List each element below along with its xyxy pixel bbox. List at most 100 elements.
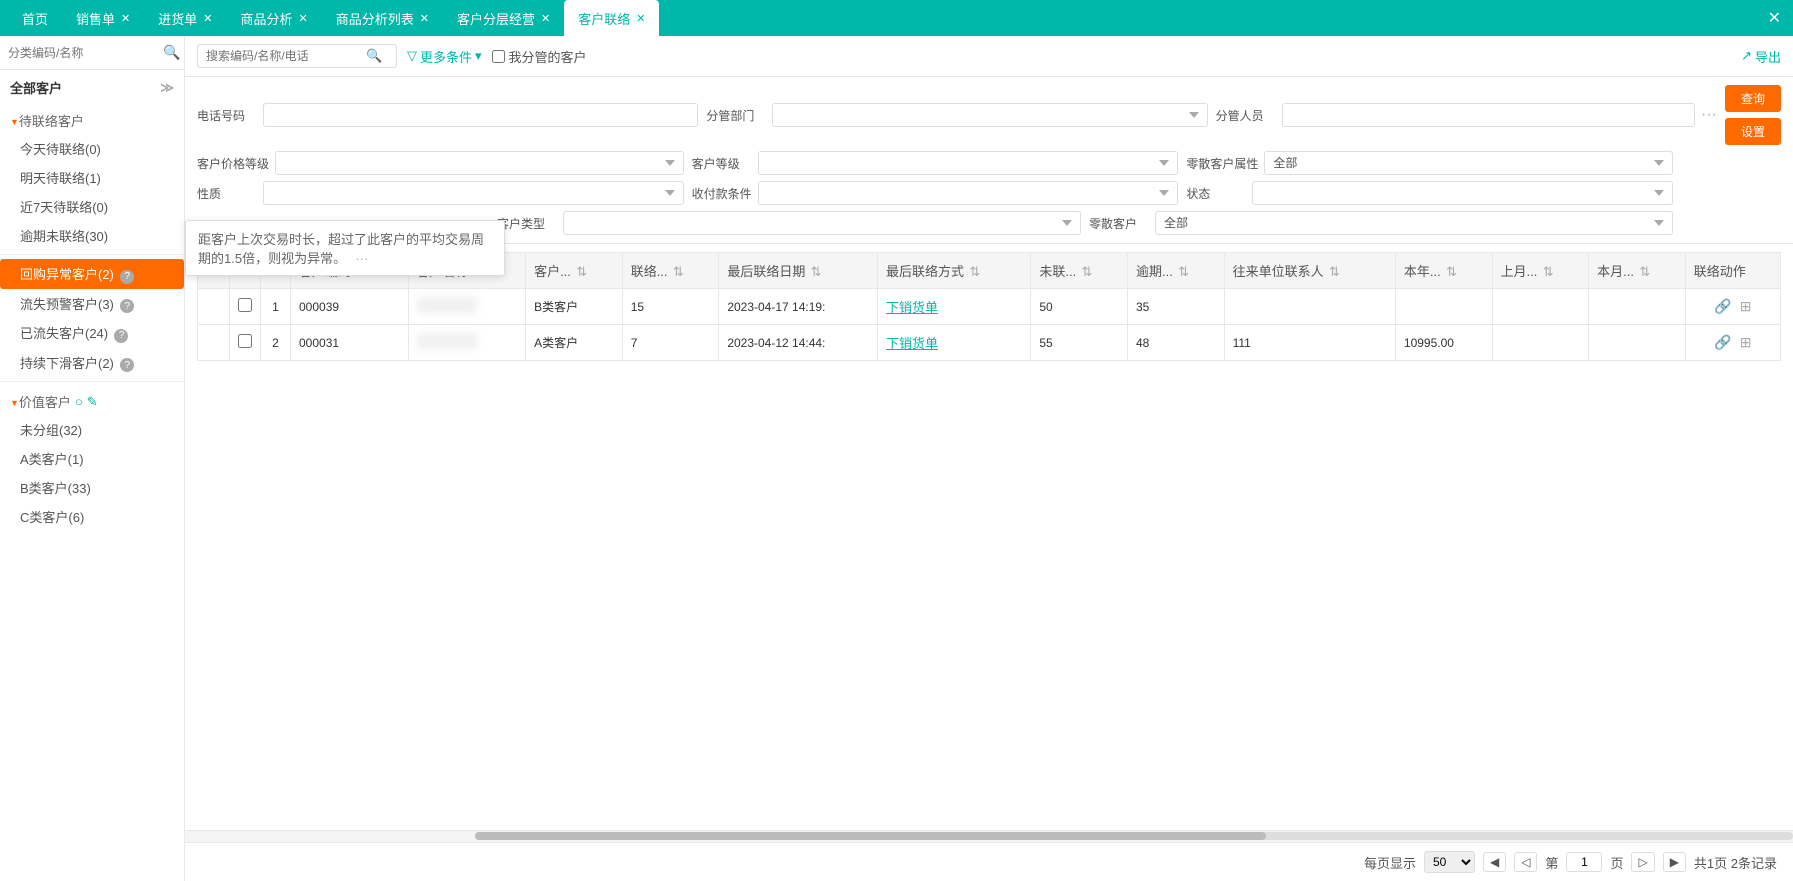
link-action-1[interactable]: 🔗 [1714, 298, 1731, 315]
close-purchase-icon[interactable]: ✕ [203, 12, 212, 25]
pending-expand-icon[interactable] [10, 113, 19, 128]
filter-retail-customer: 零散客户 全部 [1089, 211, 1673, 235]
main-search-icon[interactable]: 🔍 [366, 48, 382, 64]
dept-select[interactable] [772, 103, 1207, 127]
sidebar-divider-2 [0, 381, 184, 382]
sidebar-item-a-class[interactable]: A类客户(1) [0, 444, 184, 473]
payment-select[interactable] [758, 181, 1179, 205]
nav-tab-home[interactable]: 首页 [8, 0, 62, 36]
retail-customer-select[interactable]: 全部 [1155, 211, 1673, 235]
close-analysis-icon[interactable]: ✕ [299, 12, 308, 25]
set-button[interactable]: 设置 [1725, 118, 1781, 145]
sidebar-item-ungroup[interactable]: 未分组(32) [0, 415, 184, 444]
current-page-input[interactable] [1566, 852, 1602, 872]
retail-attr-select[interactable]: 全部 [1264, 151, 1673, 175]
sidebar-item-lost[interactable]: 已流失客户(24) ? [0, 318, 184, 348]
first-page-button[interactable]: ◀ [1483, 852, 1506, 872]
value-edit-icon[interactable]: ○ [75, 394, 83, 409]
gender-label: 性质 [197, 185, 257, 202]
category-search-icon: 🔍 [163, 44, 180, 61]
horizontal-scrollbar[interactable] [185, 830, 1793, 842]
method-link-2[interactable]: 下销货单 [886, 336, 938, 351]
dept-label: 分管部门 [706, 107, 766, 124]
method-link-1[interactable]: 下销货单 [886, 300, 938, 315]
lost-pre-info-icon[interactable]: ? [120, 299, 134, 313]
th-contact-count[interactable]: 联络... ⇅ [622, 253, 719, 289]
export-button[interactable]: ↗ 导出 [1741, 47, 1781, 66]
action-icons-1: 🔗 ⊞ [1694, 298, 1772, 315]
prev-page-button[interactable]: ◁ [1514, 852, 1537, 872]
person-dots[interactable]: ··· [1701, 106, 1717, 124]
th-current-year[interactable]: 本年... ⇅ [1395, 253, 1492, 289]
per-page-select[interactable]: 50 20 100 [1424, 851, 1475, 873]
price-level-select[interactable] [275, 151, 684, 175]
close-sales-icon[interactable]: ✕ [121, 12, 130, 25]
nav-tab-sales[interactable]: 销售单 ✕ [62, 0, 144, 36]
main-search-input[interactable] [206, 49, 366, 63]
row2-checkbox[interactable] [238, 334, 252, 348]
sidebar-item-7days[interactable]: 近7天待联络(0) [0, 192, 184, 221]
sidebar-item-c-class[interactable]: C类客户(6) [0, 502, 184, 531]
content-area: 距客户上次交易时长，超过了此客户的平均交易周期的1.5倍，则视为异常。 ··· … [185, 36, 1793, 881]
customer-level-select[interactable] [758, 151, 1179, 175]
sort-unpaid-icon: ⇅ [1082, 264, 1093, 279]
query-button[interactable]: 查询 [1725, 85, 1781, 112]
th-unpaid[interactable]: 未联... ⇅ [1031, 253, 1128, 289]
phone-input[interactable] [263, 103, 698, 127]
sidebar-item-repurchase-abnormal[interactable]: 回购异常客户(2) ? [0, 259, 184, 289]
th-last-month[interactable]: 上月... ⇅ [1492, 253, 1589, 289]
export-icon: ↗ [1741, 48, 1752, 64]
close-customer-tier-icon[interactable]: ✕ [541, 12, 550, 25]
value-add-icon[interactable]: ✎ [87, 394, 98, 410]
scrollbar-track [475, 832, 1793, 840]
repurchase-info-icon[interactable]: ? [120, 270, 134, 284]
row1-checkbox[interactable] [238, 298, 252, 312]
my-customer-check[interactable] [492, 50, 505, 63]
customer-type-select[interactable] [563, 211, 1081, 235]
th-customer-level[interactable]: 客户... ⇅ [526, 253, 623, 289]
tooltip-dots[interactable]: ··· [355, 251, 368, 266]
sidebar-item-lost-pre[interactable]: 流失预警客户(3) ? [0, 289, 184, 319]
category-search-input[interactable] [8, 46, 163, 60]
filter-row-3: 性质 收付款条件 状态 [197, 181, 1781, 205]
status-select[interactable] [1252, 181, 1673, 205]
th-last-method[interactable]: 最后联络方式 ⇅ [877, 253, 1030, 289]
scrollbar-thumb[interactable] [475, 832, 1266, 840]
th-last-date[interactable]: 最后联络日期 ⇅ [719, 253, 878, 289]
more-conditions-button[interactable]: 更多条件 ▾ [407, 47, 482, 66]
th-unit-contact[interactable]: 往来单位联系人 ⇅ [1224, 253, 1395, 289]
close-customer-contact-icon[interactable]: ✕ [636, 12, 645, 25]
nav-tab-analysis[interactable]: 商品分析 ✕ [226, 0, 321, 36]
nav-tab-customer-contact[interactable]: 客户联络 ✕ [564, 0, 659, 36]
grid-action-1[interactable]: ⊞ [1740, 298, 1752, 315]
link-action-2[interactable]: 🔗 [1714, 334, 1731, 351]
th-overdue[interactable]: 逾期... ⇅ [1127, 253, 1224, 289]
sidebar-item-tomorrow[interactable]: 明天待联络(1) [0, 163, 184, 192]
window-close-button[interactable]: ✕ [1768, 8, 1781, 28]
sort-level-icon: ⇅ [576, 264, 587, 279]
value-expand-icon[interactable] [10, 394, 19, 409]
sidebar-item-overdue[interactable]: 逾期未联络(30) [0, 221, 184, 250]
nav-tab-customer-tier[interactable]: 客户分层经营 ✕ [443, 0, 564, 36]
next-page-button[interactable]: ▷ [1631, 852, 1654, 872]
lost-info-icon[interactable]: ? [114, 329, 128, 343]
filter-customer-type: 客户类型 [497, 211, 1081, 235]
th-this-month[interactable]: 本月... ⇅ [1589, 253, 1686, 289]
nav-tab-analysis-list[interactable]: 商品分析列表 ✕ [322, 0, 443, 36]
grid-action-2[interactable]: ⊞ [1740, 334, 1752, 351]
td-lmonth-2 [1492, 325, 1589, 361]
sidebar-item-declining[interactable]: 持续下滑客户(2) ? [0, 348, 184, 378]
collapse-sidebar-icon[interactable]: ≫ [160, 80, 174, 96]
td-check-2 [230, 325, 261, 361]
close-analysis-list-icon[interactable]: ✕ [420, 12, 429, 25]
gender-select[interactable] [263, 181, 684, 205]
last-page-button[interactable]: ▶ [1663, 852, 1686, 872]
sidebar-search-area: 🔍 [0, 36, 184, 70]
sidebar-item-today[interactable]: 今天待联络(0) [0, 134, 184, 163]
search-bar: 🔍 更多条件 ▾ 我分管的客户 ↗ 导出 [185, 36, 1793, 77]
nav-tab-purchase[interactable]: 进货单 ✕ [144, 0, 226, 36]
tooltip-box: 距客户上次交易时长，超过了此客户的平均交易周期的1.5倍，则视为异常。 ··· [185, 220, 505, 276]
person-input[interactable] [1282, 103, 1695, 127]
sidebar-item-b-class[interactable]: B类客户(33) [0, 473, 184, 502]
declining-info-icon[interactable]: ? [120, 358, 134, 372]
